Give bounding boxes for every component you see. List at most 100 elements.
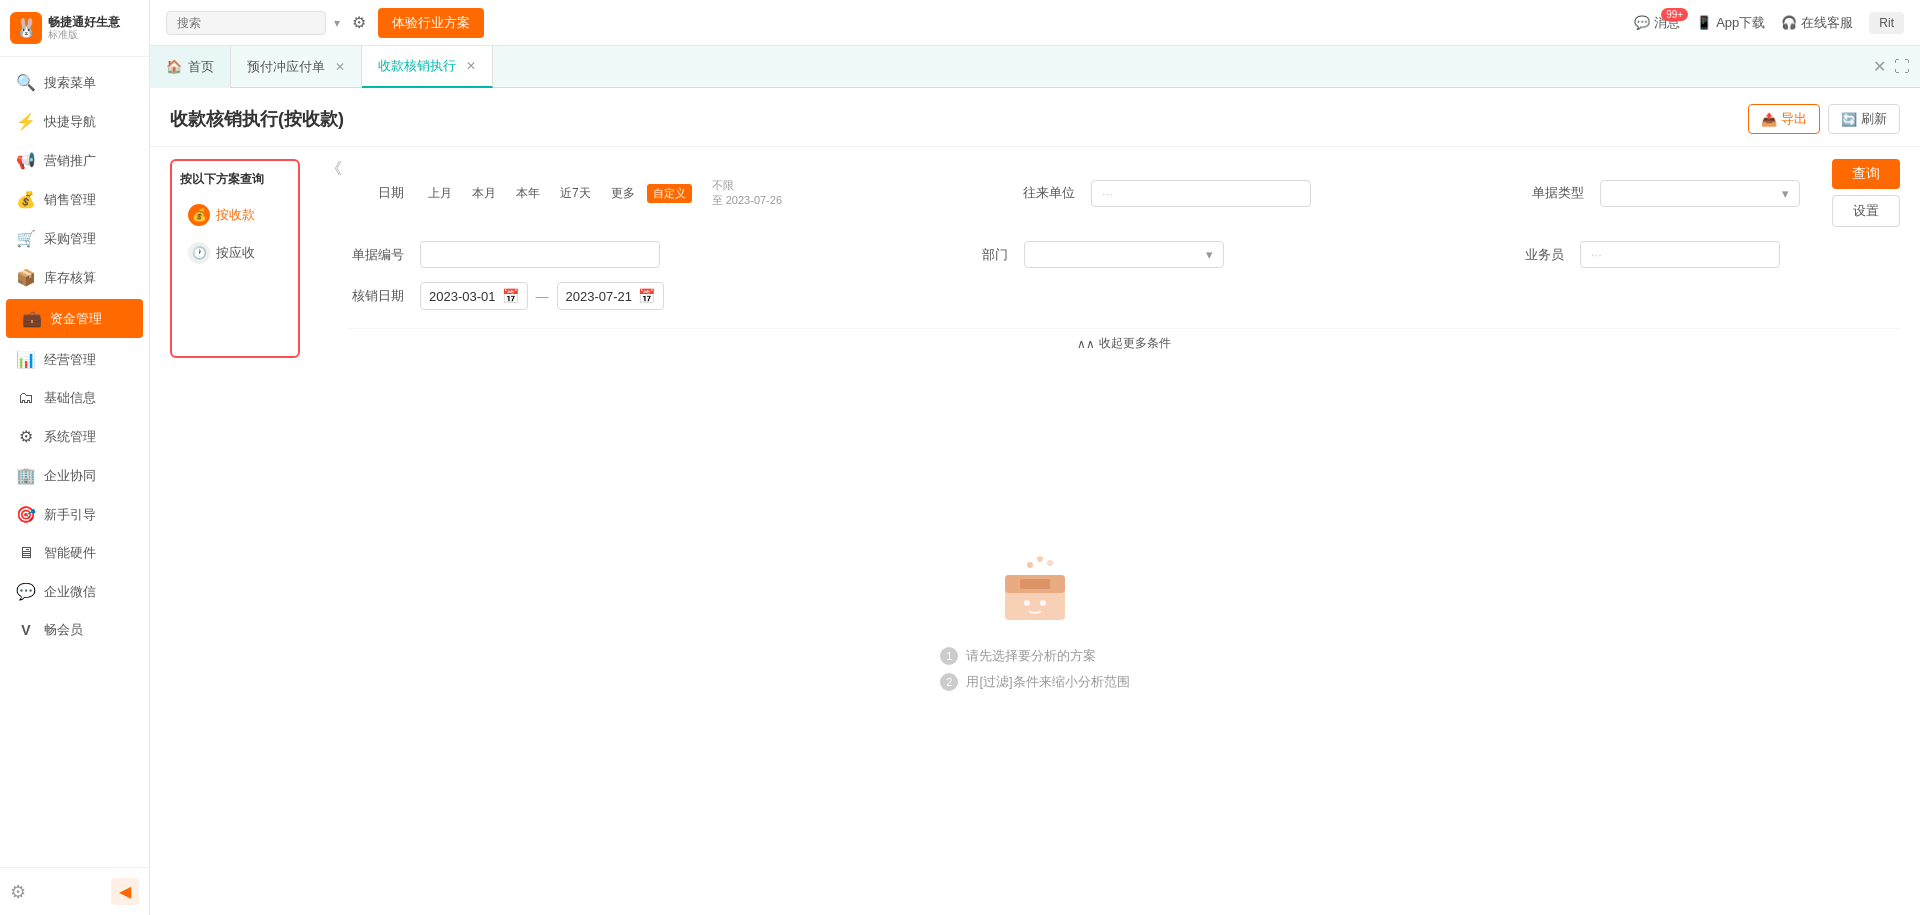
doc-type-label: 单据类型 [1532, 184, 1584, 202]
purchase-icon: 🛒 [16, 229, 36, 248]
tab-receipt-label: 收款核销执行 [378, 57, 456, 75]
header-search-area: ▾ [166, 11, 340, 35]
sidebar-settings-icon[interactable]: ⚙ [10, 881, 26, 903]
industry-btn[interactable]: 体验行业方案 [378, 8, 484, 38]
header-search-input[interactable] [166, 11, 326, 35]
tab-prepay-close[interactable]: ✕ [335, 60, 345, 74]
offset-date-start[interactable]: 2023-03-01 📅 [420, 282, 528, 310]
tab-home[interactable]: 🏠 首页 [150, 46, 231, 88]
chevron-down-icon: ▾ [1782, 186, 1789, 201]
tab-receipt-offset[interactable]: 收款核销执行 ✕ [362, 46, 493, 88]
tab-prepay-label: 预付冲应付单 [247, 58, 325, 76]
biz-icon: 📊 [16, 350, 36, 369]
svg-rect-2 [1020, 579, 1050, 589]
app-download-btn[interactable]: 📱 App下载 [1696, 14, 1765, 32]
sidebar-item-label: 系统管理 [44, 428, 96, 446]
sidebar-item-search[interactable]: 🔍 搜索菜单 [0, 63, 149, 102]
offset-date-end-value: 2023-07-21 [566, 289, 633, 304]
hardware-icon: 🖥 [16, 544, 36, 562]
calendar-icon: 📅 [502, 288, 519, 304]
sidebar-item-finance[interactable]: 💼 资金管理 [6, 299, 143, 338]
sidebar-item-member[interactable]: V 畅会员 [0, 611, 149, 649]
online-service-btn[interactable]: 🎧 在线客服 [1781, 14, 1853, 32]
collapse-more-label: 收起更多条件 [1099, 335, 1171, 352]
filter-main: 日期 上月 本月 本年 近7天 更多 自定义 不限 至 2023-07-26 [348, 159, 1900, 358]
date-opt-last-month[interactable]: 上月 [420, 182, 460, 205]
offset-date-end[interactable]: 2023-07-21 📅 [557, 282, 665, 310]
sidebar-item-purchase[interactable]: 🛒 采购管理 [0, 219, 149, 258]
tab-prepay[interactable]: 预付冲应付单 ✕ [231, 46, 362, 88]
dept-label: 部门 [982, 246, 1008, 264]
date-opt-this-year[interactable]: 本年 [508, 182, 548, 205]
sales-icon: 💰 [16, 190, 36, 209]
date-options: 上月 本月 本年 近7天 更多 自定义 [420, 182, 692, 205]
home-icon: 🏠 [166, 59, 182, 74]
sidebar-item-label: 基础信息 [44, 389, 96, 407]
top-header: ▾ ⚙ 体验行业方案 💬 消息 99+ 📱 App下载 🎧 在线客服 Rit [150, 0, 1920, 46]
message-btn[interactable]: 💬 消息 99+ [1634, 14, 1680, 32]
corp-icon: 🏢 [16, 466, 36, 485]
refresh-button[interactable]: 🔄 刷新 [1828, 104, 1900, 134]
sidebar-item-basic[interactable]: 🗂 基础信息 [0, 379, 149, 417]
sidebar-logo: 🐰 畅捷通好生意 标准版 [0, 0, 149, 57]
counterpart-select[interactable]: ··· [1091, 180, 1311, 207]
doc-number-input[interactable] [420, 241, 660, 268]
sidebar-item-label: 畅会员 [44, 621, 83, 639]
collapse-more-btn[interactable]: ∧∧ 收起更多条件 [348, 328, 1900, 358]
date-opt-more[interactable]: 更多 [603, 182, 643, 205]
filter-sidebar: 按以下方案查询 💰 按收款 🕐 按应收 [170, 159, 300, 358]
sidebar-item-label: 新手引导 [44, 506, 96, 524]
wechat-icon: 💬 [16, 582, 36, 601]
logo-icon: 🐰 [10, 12, 42, 44]
date-opt-this-month[interactable]: 本月 [464, 182, 504, 205]
search-icon: 🔍 [16, 73, 36, 92]
chevron-down-icon: ▾ [1206, 247, 1213, 262]
tab-receipt-close[interactable]: ✕ [466, 59, 476, 73]
sidebar-item-label: 智能硬件 [44, 544, 96, 562]
filter-sidebar-collapse[interactable]: 《 [320, 159, 348, 358]
sidebar-item-marketing[interactable]: 📢 营销推广 [0, 141, 149, 180]
empty-state: 1 请先选择要分析的方案 2 用[过滤]条件来缩小分析范围 [150, 370, 1920, 915]
filter-option-label: 按应收 [216, 244, 255, 262]
system-icon: ⚙ [16, 427, 36, 446]
tab-close-all-icon[interactable]: ✕ [1873, 57, 1886, 76]
settings-icon[interactable]: ⚙ [352, 13, 366, 32]
user-profile[interactable]: Rit [1869, 12, 1904, 34]
page-title: 收款核销执行(按收款) [170, 107, 344, 131]
app-label: App下载 [1716, 14, 1765, 32]
filter-option-by-receivable[interactable]: 🕐 按应收 [180, 236, 290, 270]
query-button[interactable]: 查询 [1832, 159, 1900, 189]
doc-type-select[interactable]: ▾ [1600, 180, 1800, 207]
page-actions: 📤 导出 🔄 刷新 [1748, 104, 1900, 134]
date-custom-badge[interactable]: 自定义 [647, 184, 692, 203]
sidebar-item-quick[interactable]: ⚡ 快捷导航 [0, 102, 149, 141]
empty-tip-1: 1 请先选择要分析的方案 [940, 647, 1129, 665]
filter-row-3: 核销日期 2023-03-01 📅 — 2023-07-21 📅 [348, 282, 1900, 310]
sidebar-item-label: 经营管理 [44, 351, 96, 369]
sidebar-item-guide[interactable]: 🎯 新手引导 [0, 495, 149, 534]
sidebar-item-inventory[interactable]: 📦 库存核算 [0, 258, 149, 297]
settings-button[interactable]: 设置 [1832, 195, 1900, 227]
filter-row-1: 日期 上月 本月 本年 近7天 更多 自定义 不限 至 2023-07-26 [348, 159, 1900, 227]
sidebar-item-corp[interactable]: 🏢 企业协同 [0, 456, 149, 495]
sidebar-item-system[interactable]: ⚙ 系统管理 [0, 417, 149, 456]
date-range-separator: — [536, 289, 549, 304]
date-label: 日期 [348, 184, 404, 202]
sidebar-item-label: 采购管理 [44, 230, 96, 248]
tab-expand-icon[interactable]: ⛶ [1894, 58, 1910, 76]
sidebar-item-biz[interactable]: 📊 经营管理 [0, 340, 149, 379]
filter-option-label: 按收款 [216, 206, 255, 224]
export-button[interactable]: 📤 导出 [1748, 104, 1820, 134]
counterpart-label: 往来单位 [1023, 184, 1075, 202]
svg-point-5 [1027, 562, 1033, 568]
sidebar-item-hardware[interactable]: 🖥 智能硬件 [0, 534, 149, 572]
app-icon: 📱 [1696, 15, 1712, 30]
filter-option-by-receipt[interactable]: 💰 按收款 [180, 198, 290, 232]
tip-text-1: 请先选择要分析的方案 [966, 647, 1096, 665]
sidebar-item-wechat[interactable]: 💬 企业微信 [0, 572, 149, 611]
date-opt-7days[interactable]: 近7天 [552, 182, 599, 205]
sidebar-collapse-icon[interactable]: ◀ [111, 878, 139, 905]
dept-select[interactable]: ▾ [1024, 241, 1224, 268]
sidebar-item-sales[interactable]: 💰 销售管理 [0, 180, 149, 219]
staff-select[interactable]: ··· [1580, 241, 1780, 268]
